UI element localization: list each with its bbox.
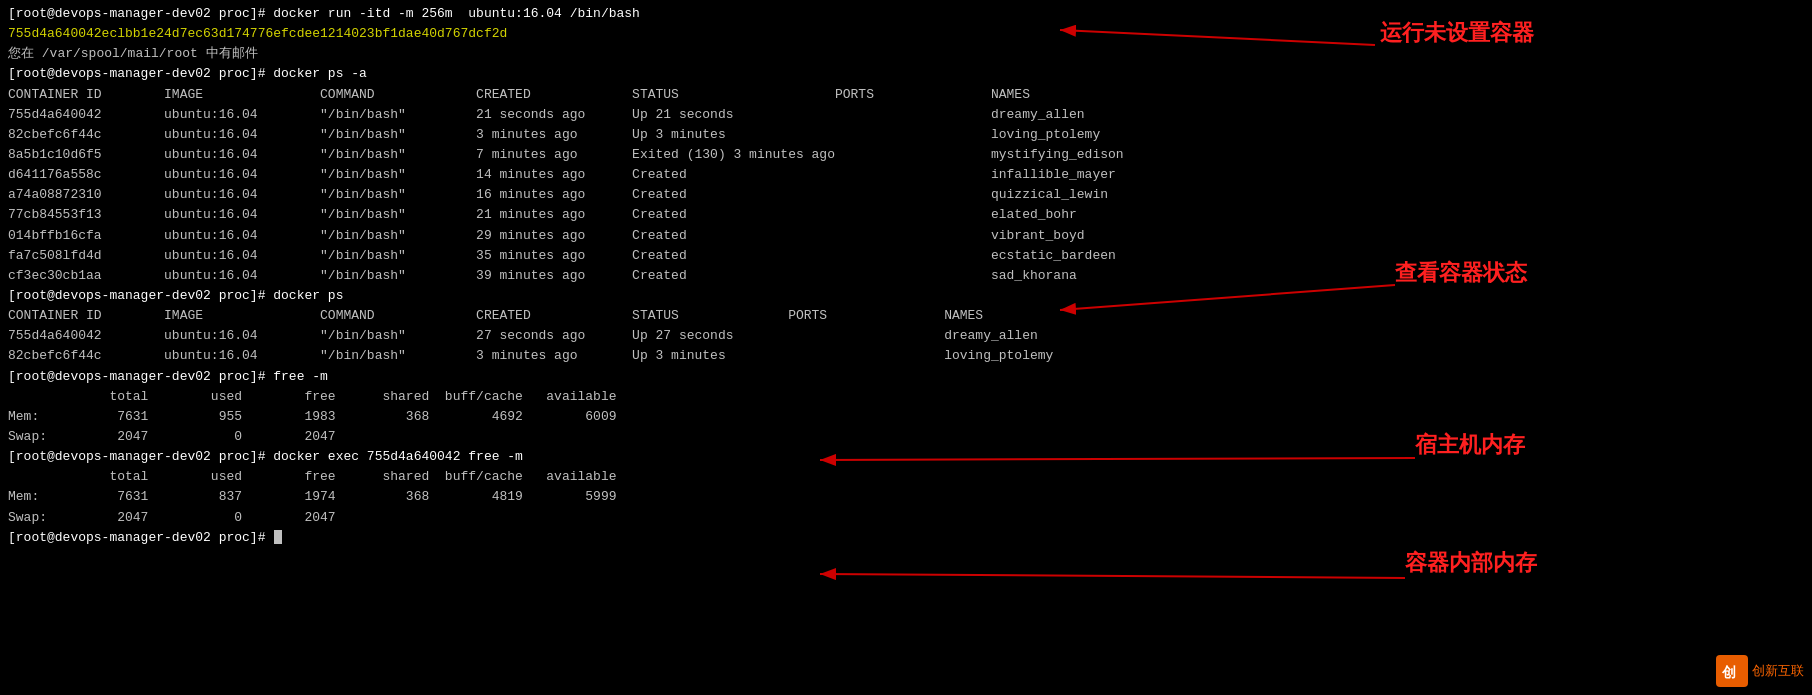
line-15: [root@devops-manager-dev02 proc]# docker… <box>8 286 1342 306</box>
line-4: [root@devops-manager-dev02 proc]# docker… <box>8 64 1342 84</box>
line-17: 755d4a640042 ubuntu:16.04 "/bin/bash" 27… <box>8 326 1342 346</box>
watermark-logo-icon: 创 <box>1716 655 1748 687</box>
svg-text:创: 创 <box>1721 665 1736 680</box>
line-24: total used free shared buff/cache availa… <box>8 467 1342 487</box>
line-8: 8a5b1c10d6f5 ubuntu:16.04 "/bin/bash" 7 … <box>8 145 1342 165</box>
line-1: [root@devops-manager-dev02 proc]# docker… <box>8 4 1342 24</box>
line-18: 82cbefc6f44c ubuntu:16.04 "/bin/bash" 3 … <box>8 346 1342 366</box>
line-9: d641176a558c ubuntu:16.04 "/bin/bash" 14… <box>8 165 1342 185</box>
annotation-view-status: 查看容器状态 <box>1395 258 1527 288</box>
watermark-text: 创新互联 <box>1752 662 1804 680</box>
line-25: Mem: 7631 837 1974 368 4819 5999 <box>8 487 1342 507</box>
line-16: CONTAINER ID IMAGE COMMAND CREATED STATU… <box>8 306 1342 326</box>
line-21: Mem: 7631 955 1983 368 4692 6009 <box>8 407 1342 427</box>
line-26: Swap: 2047 0 2047 <box>8 508 1342 528</box>
line-10: a74a08872310 ubuntu:16.04 "/bin/bash" 16… <box>8 185 1342 205</box>
line-19: [root@devops-manager-dev02 proc]# free -… <box>8 367 1342 387</box>
annotation-run-container: 运行未设置容器 <box>1380 18 1534 48</box>
terminal: [root@devops-manager-dev02 proc]# docker… <box>0 0 1350 695</box>
line-20: total used free shared buff/cache availa… <box>8 387 1342 407</box>
line-3: 您在 /var/spool/mail/root 中有邮件 <box>8 44 1342 64</box>
line-13: fa7c508lfd4d ubuntu:16.04 "/bin/bash" 35… <box>8 246 1342 266</box>
line-12: 014bffb16cfa ubuntu:16.04 "/bin/bash" 29… <box>8 226 1342 246</box>
line-11: 77cb84553f13 ubuntu:16.04 "/bin/bash" 21… <box>8 205 1342 225</box>
line-23: [root@devops-manager-dev02 proc]# docker… <box>8 447 1342 467</box>
watermark: 创 创新互联 <box>1716 655 1804 687</box>
annotation-host-mem: 宿主机内存 <box>1415 430 1525 460</box>
line-22: Swap: 2047 0 2047 <box>8 427 1342 447</box>
annotation-status-label: 查看容器状态 <box>1395 260 1527 285</box>
annotation-container-mem: 容器内部内存 <box>1405 548 1537 578</box>
annotation-run-label: 运行未设置容器 <box>1380 20 1534 45</box>
line-7: 82cbefc6f44c ubuntu:16.04 "/bin/bash" 3 … <box>8 125 1342 145</box>
line-14: cf3ec30cb1aa ubuntu:16.04 "/bin/bash" 39… <box>8 266 1342 286</box>
line-6: 755d4a640042 ubuntu:16.04 "/bin/bash" 21… <box>8 105 1342 125</box>
annotation-container-mem-label: 容器内部内存 <box>1405 550 1537 575</box>
annotation-host-mem-label: 宿主机内存 <box>1415 432 1525 457</box>
line-27: [root@devops-manager-dev02 proc]# <box>8 528 1342 548</box>
line-5: CONTAINER ID IMAGE COMMAND CREATED STATU… <box>8 85 1342 105</box>
line-2: 755d4a640042eclbb1e24d7ec63d174776efcdee… <box>8 24 1342 44</box>
